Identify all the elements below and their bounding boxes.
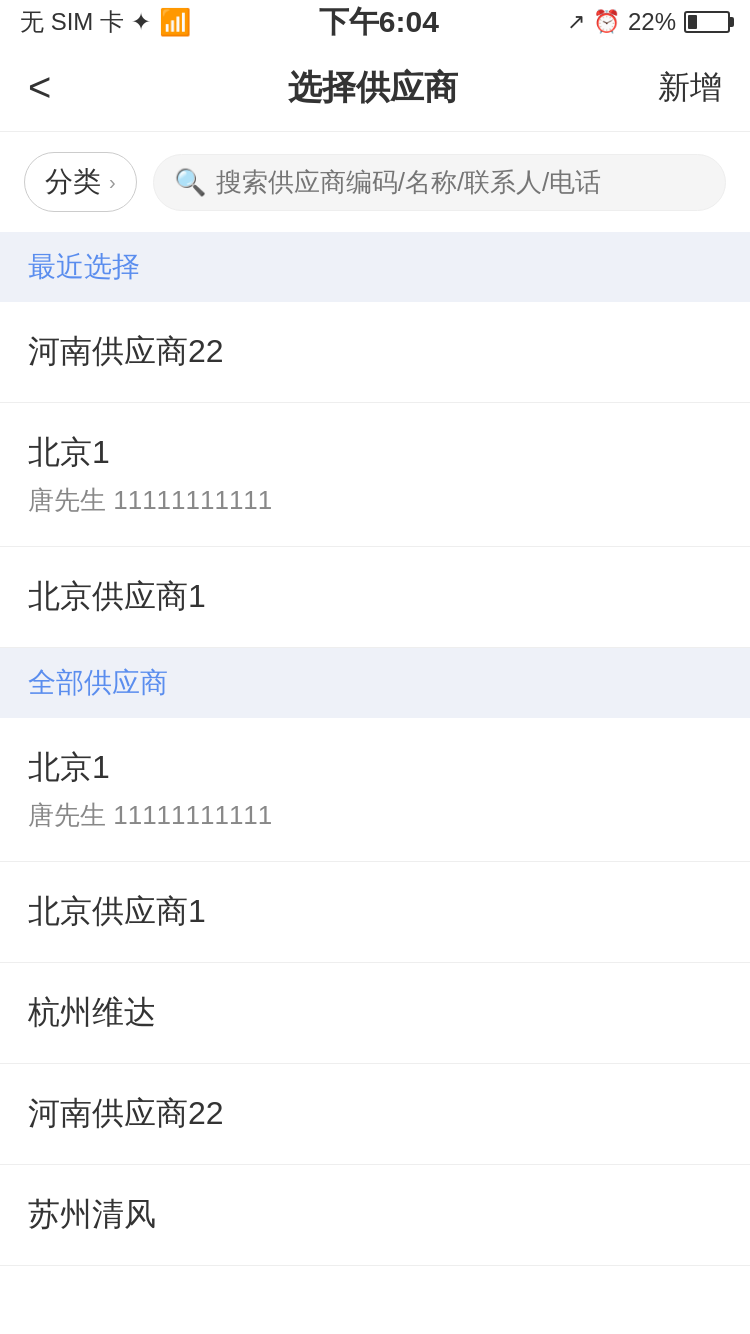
item-name: 北京1 bbox=[28, 431, 722, 475]
list-item[interactable]: 杭州维达 bbox=[0, 963, 750, 1064]
list-item[interactable]: 北京1 唐先生 11111111111 bbox=[0, 718, 750, 862]
item-name: 杭州维达 bbox=[28, 991, 722, 1035]
status-time: 下午6:04 bbox=[319, 2, 439, 43]
search-box[interactable]: 🔍 bbox=[153, 154, 726, 211]
item-sub: 唐先生 11111111111 bbox=[28, 483, 722, 518]
list-item[interactable]: 河南供应商22 bbox=[0, 1064, 750, 1165]
add-button[interactable]: 新增 bbox=[658, 66, 722, 110]
list-item[interactable]: 北京供应商1 bbox=[0, 862, 750, 963]
category-arrow: › bbox=[109, 171, 116, 194]
nav-bar: < 选择供应商 新增 bbox=[0, 44, 750, 132]
filter-bar: 分类 › 🔍 bbox=[0, 132, 750, 232]
wifi-icon: 📶 bbox=[159, 7, 191, 38]
all-list: 北京1 唐先生 11111111111 北京供应商1 杭州维达河南供应商22 苏州清风 bbox=[0, 718, 750, 1266]
battery-fill bbox=[688, 15, 697, 29]
battery-text: 22% bbox=[628, 8, 676, 36]
category-label: 分类 bbox=[45, 163, 101, 201]
item-name: 北京供应商1 bbox=[28, 890, 722, 934]
category-filter[interactable]: 分类 › bbox=[24, 152, 137, 212]
recent-section-header: 最近选择 bbox=[0, 232, 750, 302]
search-input[interactable] bbox=[216, 167, 705, 198]
battery-icon bbox=[684, 11, 730, 33]
item-name: 河南供应商22 bbox=[28, 330, 722, 374]
item-name: 北京供应商1 bbox=[28, 575, 722, 619]
list-item[interactable]: 北京1 唐先生 11111111111 bbox=[0, 403, 750, 547]
all-section-header: 全部供应商 bbox=[0, 648, 750, 718]
alarm-icon: ⏰ bbox=[593, 9, 620, 35]
page-title: 选择供应商 bbox=[288, 65, 458, 111]
location-icon: ↗ bbox=[567, 9, 585, 35]
list-item[interactable]: 苏州清风 bbox=[0, 1165, 750, 1266]
item-name: 河南供应商22 bbox=[28, 1092, 722, 1136]
all-section-label: 全部供应商 bbox=[28, 667, 168, 698]
item-sub: 唐先生 11111111111 bbox=[28, 798, 722, 833]
search-icon: 🔍 bbox=[174, 167, 206, 198]
status-bar: 无 SIM 卡 ✦ 📶 下午6:04 ↗ ⏰ 22% bbox=[0, 0, 750, 44]
recent-section-label: 最近选择 bbox=[28, 251, 140, 282]
list-item[interactable]: 河南供应商22 bbox=[0, 302, 750, 403]
item-name: 苏州清风 bbox=[28, 1193, 722, 1237]
back-button[interactable]: < bbox=[28, 65, 88, 110]
recent-list: 河南供应商22 北京1 唐先生 11111111111 北京供应商1 bbox=[0, 302, 750, 648]
list-item[interactable]: 北京供应商1 bbox=[0, 547, 750, 648]
item-name: 北京1 bbox=[28, 746, 722, 790]
no-sim-text: 无 SIM 卡 ✦ bbox=[20, 6, 151, 38]
status-right: ↗ ⏰ 22% bbox=[567, 8, 730, 36]
status-left: 无 SIM 卡 ✦ 📶 bbox=[20, 6, 191, 38]
